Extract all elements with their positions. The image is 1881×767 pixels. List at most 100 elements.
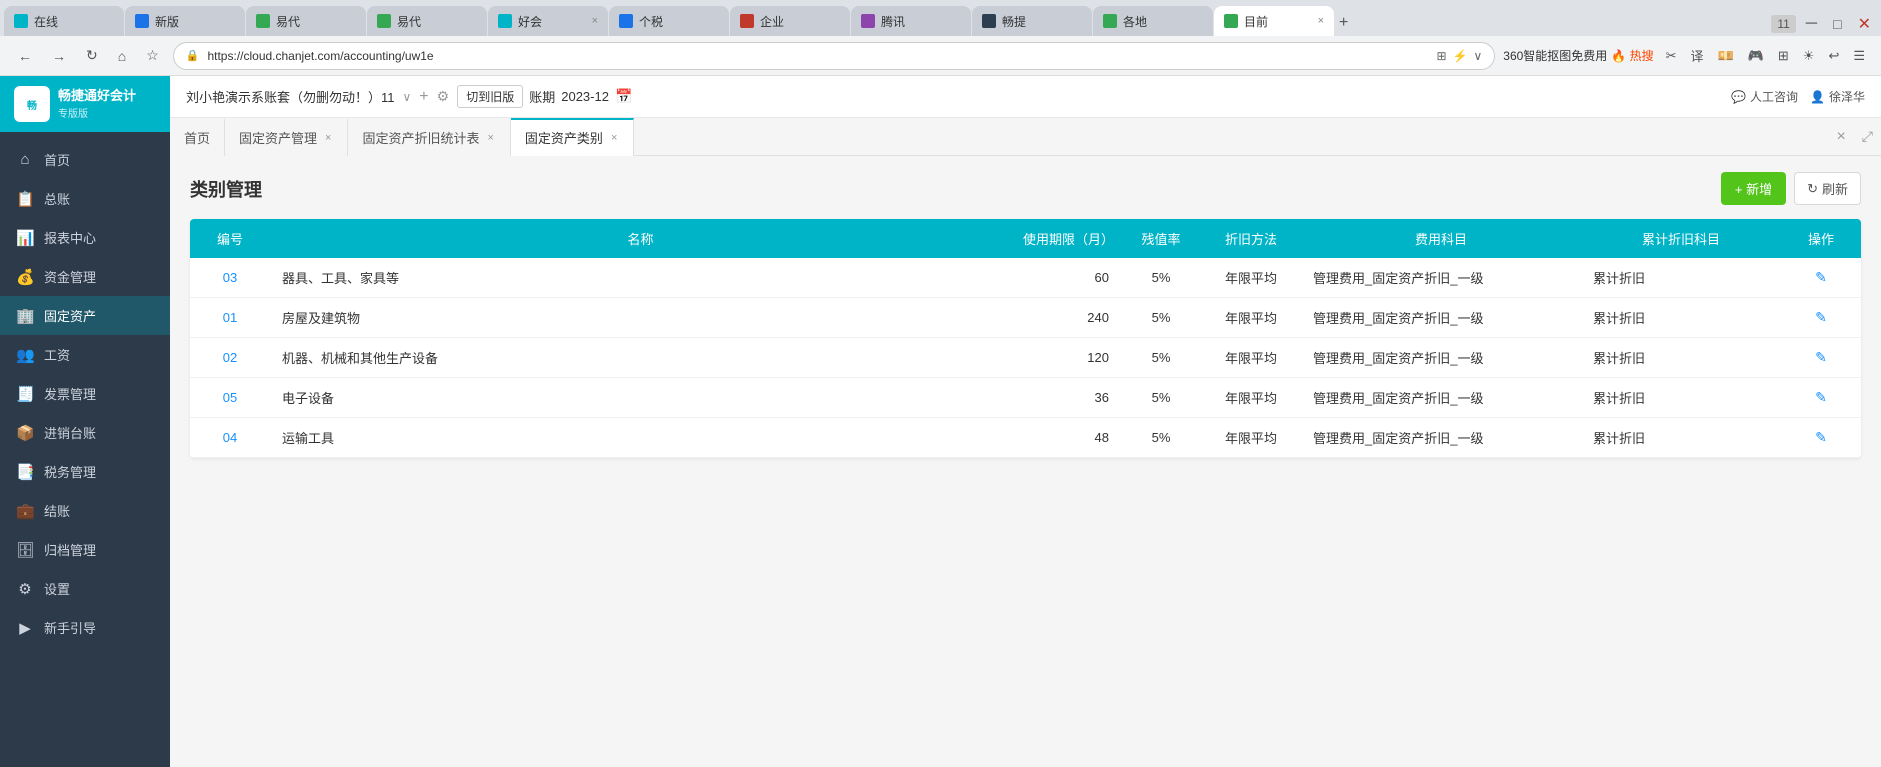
- cut-icon-button[interactable]: ✂: [1662, 44, 1681, 68]
- period-info: 切到旧版 账期 2023-12 📅: [457, 85, 632, 108]
- reload-button[interactable]: ↻: [80, 43, 104, 68]
- url-dropdown-button[interactable]: ∨: [1473, 49, 1482, 63]
- sidebar-label-ledger: 总账: [44, 189, 154, 208]
- forward-button[interactable]: →: [46, 44, 72, 68]
- tab-asset-mgmt-close[interactable]: ×: [323, 131, 333, 145]
- add-button[interactable]: + 新增: [1721, 172, 1786, 205]
- back-button[interactable]: ←: [12, 44, 38, 68]
- browser-tab-6[interactable]: 个税: [609, 6, 729, 36]
- undo-button[interactable]: ↩: [1824, 44, 1843, 68]
- sidebar-item-settings[interactable]: ⚙ 设置: [0, 569, 170, 608]
- sidebar-item-ledger[interactable]: 📋 总账: [0, 179, 170, 218]
- cell-op[interactable]: ✎: [1781, 298, 1861, 338]
- sidebar-item-guide[interactable]: ▶ 新手引导: [0, 608, 170, 647]
- sidebar-item-funds[interactable]: 💰 资金管理: [0, 257, 170, 296]
- tab-count-button[interactable]: 11: [1771, 15, 1795, 33]
- tab-title-5: 好会: [518, 13, 586, 30]
- cell-name: 器具、工具、家具等: [270, 258, 1011, 298]
- sidebar-item-home[interactable]: ⌂ 首页: [0, 140, 170, 179]
- sidebar-item-invoices[interactable]: 🧾 发票管理: [0, 374, 170, 413]
- minimize-button[interactable]: ─: [1800, 13, 1823, 35]
- user-action[interactable]: 👤 徐泽华: [1810, 88, 1865, 105]
- cell-method: 年限平均: [1201, 378, 1301, 418]
- add-company-button[interactable]: +: [419, 88, 428, 106]
- lightning-button[interactable]: ⚡: [1453, 49, 1468, 63]
- browser-tab-11[interactable]: 目前 ×: [1214, 6, 1334, 36]
- url-text: https://cloud.chanjet.com/accounting/uw1…: [207, 49, 1428, 63]
- refresh-button[interactable]: ↻ 刷新: [1794, 172, 1861, 205]
- help-action[interactable]: 💬 人工咨询: [1731, 88, 1798, 105]
- browser-tab-2[interactable]: 新版: [125, 6, 245, 36]
- edit-button[interactable]: ✎: [1815, 269, 1827, 285]
- th-op: 操作: [1781, 219, 1861, 258]
- wallet-button[interactable]: 💴: [1714, 44, 1738, 68]
- browser-tab-3[interactable]: 易代: [246, 6, 366, 36]
- sidebar-item-inventory[interactable]: 📦 进销台账: [0, 413, 170, 452]
- edit-button[interactable]: ✎: [1815, 349, 1827, 365]
- tab-home[interactable]: 首页: [170, 118, 225, 156]
- cell-code: 05: [190, 378, 270, 418]
- tab-title-9: 畅提: [1002, 13, 1082, 30]
- app-topbar: 刘小艳演示系账套（勿删勿动！）11 ∨ + ⚙ 切到旧版 账期 2023-12 …: [170, 76, 1881, 118]
- edit-button[interactable]: ✎: [1815, 429, 1827, 445]
- switch-version-button[interactable]: 切到旧版: [457, 85, 523, 108]
- tab-asset-category[interactable]: 固定资产类别 ×: [511, 118, 634, 156]
- browser-tab-9[interactable]: 畅提: [972, 6, 1092, 36]
- tab-close-11[interactable]: ×: [1318, 15, 1324, 27]
- settings-icon: ⚙: [16, 580, 34, 598]
- close-all-tabs-button[interactable]: ×: [1828, 128, 1853, 146]
- new-tab-button[interactable]: +: [1335, 10, 1352, 36]
- browser-tab-10[interactable]: 各地: [1093, 6, 1213, 36]
- close-window-button[interactable]: ✕: [1852, 12, 1877, 36]
- cell-op[interactable]: ✎: [1781, 418, 1861, 458]
- browser-tab-5[interactable]: 好会 ×: [488, 6, 608, 36]
- cell-op[interactable]: ✎: [1781, 378, 1861, 418]
- topbar-left: 刘小艳演示系账套（勿删勿动！）11 ∨ + ⚙ 切到旧版 账期 2023-12 …: [186, 85, 1719, 108]
- game-button[interactable]: 🎮: [1744, 44, 1768, 68]
- tab-asset-depreciation-close[interactable]: ×: [485, 131, 495, 145]
- tab-asset-category-close[interactable]: ×: [609, 131, 619, 145]
- grid-button[interactable]: ⊞: [1774, 44, 1793, 68]
- address-bar: ← → ↻ ⌂ ☆ 🔒 https://cloud.chanjet.com/ac…: [0, 36, 1881, 76]
- table-row: 01 房屋及建筑物 240 5% 年限平均 管理费用_固定资产折旧_一级 累计折…: [190, 298, 1861, 338]
- sidebar-item-reports[interactable]: 📊 报表中心: [0, 218, 170, 257]
- sidebar-label-guide: 新手引导: [44, 618, 154, 637]
- cell-op[interactable]: ✎: [1781, 338, 1861, 378]
- url-bar[interactable]: 🔒 https://cloud.chanjet.com/accounting/u…: [173, 42, 1496, 70]
- table-row: 05 电子设备 36 5% 年限平均 管理费用_固定资产折旧_一级 累计折旧 ✎: [190, 378, 1861, 418]
- tab-asset-depreciation-label: 固定资产折旧统计表: [362, 128, 479, 147]
- refresh-icon: ↻: [1807, 181, 1818, 197]
- th-code: 编号: [190, 219, 270, 258]
- sidebar-item-tax[interactable]: 📑 税务管理: [0, 452, 170, 491]
- table-row: 03 器具、工具、家具等 60 5% 年限平均 管理费用_固定资产折旧_一级 累…: [190, 258, 1861, 298]
- sidebar-item-checkout[interactable]: 💼 结账: [0, 491, 170, 530]
- tab-asset-mgmt[interactable]: 固定资产管理 ×: [225, 118, 348, 156]
- cell-expense: 管理费用_固定资产折旧_一级: [1301, 258, 1581, 298]
- brightness-button[interactable]: ☀: [1799, 44, 1819, 68]
- cell-op[interactable]: ✎: [1781, 258, 1861, 298]
- tab-asset-depreciation[interactable]: 固定资产折旧统计表 ×: [348, 118, 510, 156]
- qr-code-button[interactable]: ⊞: [1436, 49, 1446, 63]
- bookmark-button[interactable]: ☆: [140, 43, 165, 68]
- calendar-button[interactable]: 📅: [615, 88, 632, 105]
- company-settings-button[interactable]: ⚙: [437, 88, 450, 105]
- browser-tab-7[interactable]: 企业: [730, 6, 850, 36]
- expand-tabs-button[interactable]: ⤢: [1854, 128, 1881, 145]
- sidebar-item-assets[interactable]: 🏢 固定资产: [0, 296, 170, 335]
- browser-tab-4[interactable]: 易代: [367, 6, 487, 36]
- expand-company-button[interactable]: ∨: [403, 90, 412, 104]
- cell-method: 年限平均: [1201, 298, 1301, 338]
- tab-asset-mgmt-label: 固定资产管理: [239, 128, 317, 147]
- tab-close-5[interactable]: ×: [592, 15, 598, 27]
- sidebar-item-archive[interactable]: 🗄 归档管理: [0, 530, 170, 569]
- browser-tab-1[interactable]: 在线: [4, 6, 124, 36]
- menu-button[interactable]: ☰: [1849, 44, 1869, 68]
- translate-button[interactable]: 译: [1686, 42, 1707, 69]
- sidebar-item-payroll[interactable]: 👥 工资: [0, 335, 170, 374]
- maximize-button[interactable]: □: [1827, 14, 1847, 34]
- edit-button[interactable]: ✎: [1815, 389, 1827, 405]
- edit-button[interactable]: ✎: [1815, 309, 1827, 325]
- home-button[interactable]: ⌂: [112, 44, 132, 68]
- browser-tab-8[interactable]: 腾讯: [851, 6, 971, 36]
- th-accum: 累计折旧科目: [1581, 219, 1781, 258]
